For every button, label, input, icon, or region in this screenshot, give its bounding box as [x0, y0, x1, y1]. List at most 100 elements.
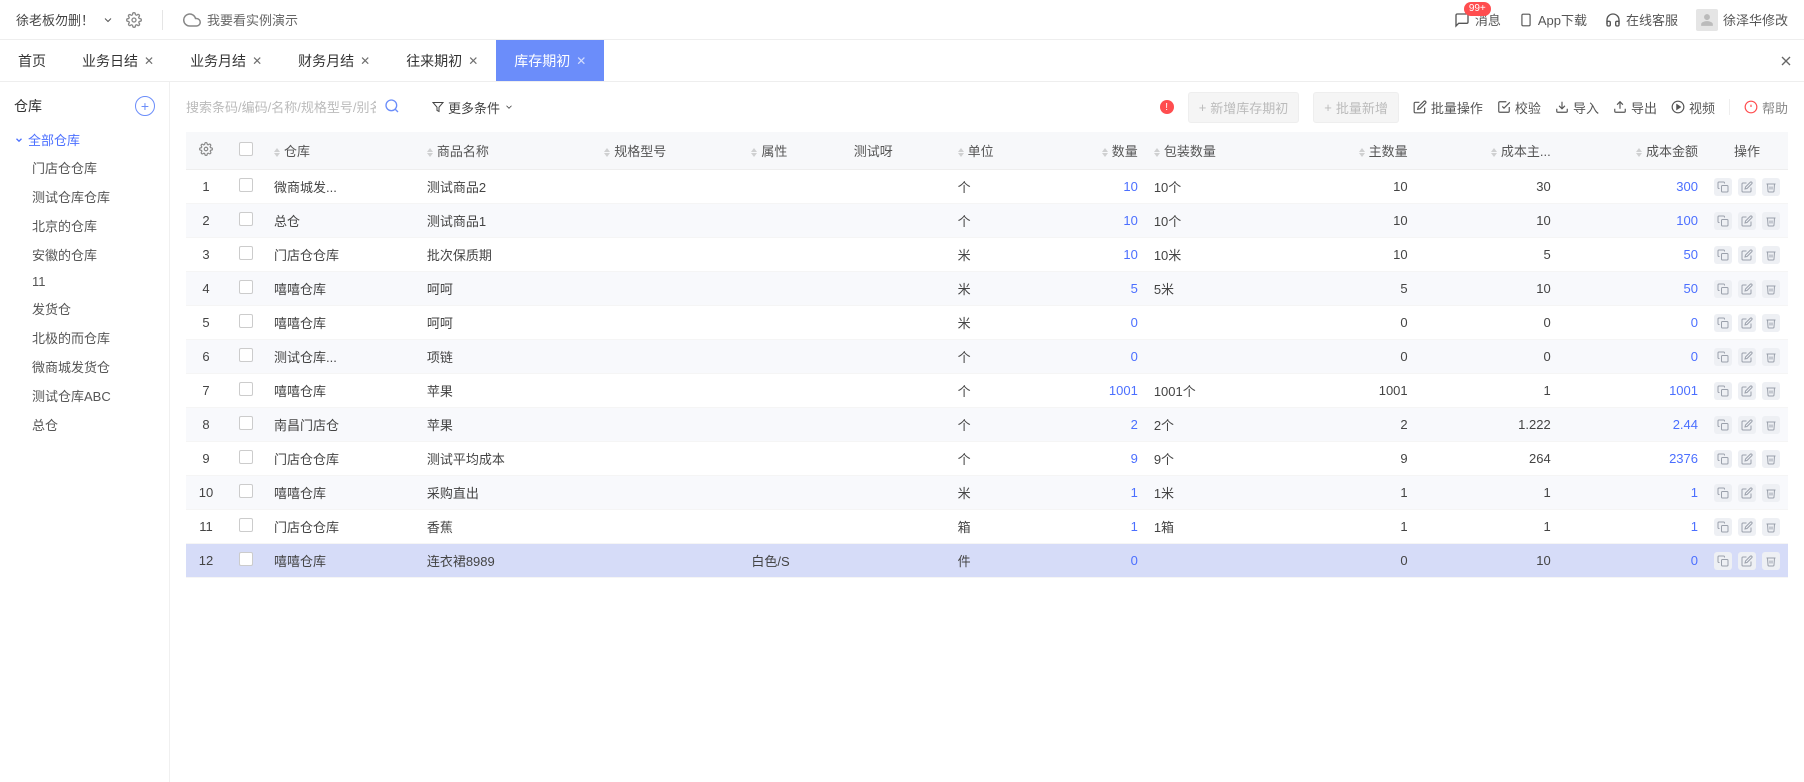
cell-cost-amount[interactable]: 2.44	[1559, 408, 1706, 442]
demo-link[interactable]: 我要看实例演示	[183, 10, 298, 29]
cell-qty[interactable]: 9	[1048, 442, 1146, 476]
batch-ops-button[interactable]: 批量操作	[1413, 98, 1483, 117]
row-delete-button[interactable]	[1762, 484, 1780, 502]
table-row[interactable]: 10嘻嘻仓库采购直出米11米111	[186, 476, 1788, 510]
tab[interactable]: 库存期初✕	[496, 40, 604, 81]
row-checkbox[interactable]	[226, 238, 266, 272]
column-settings[interactable]	[186, 132, 226, 170]
cell-qty[interactable]: 0	[1048, 306, 1146, 340]
cell-cost-amount[interactable]: 100	[1559, 204, 1706, 238]
tab-close-icon[interactable]: ✕	[360, 54, 370, 68]
user-menu[interactable]: 徐泽华修改	[1696, 9, 1788, 31]
tab[interactable]: 业务日结✕	[64, 40, 172, 81]
tab-close-icon[interactable]: ✕	[576, 54, 586, 68]
import-button[interactable]: 导入	[1555, 98, 1599, 117]
row-delete-button[interactable]	[1762, 450, 1780, 468]
col-product[interactable]: 商品名称	[419, 132, 596, 170]
row-edit-button[interactable]	[1738, 450, 1756, 468]
row-copy-button[interactable]	[1714, 450, 1732, 468]
row-edit-button[interactable]	[1738, 348, 1756, 366]
cell-qty[interactable]: 1	[1048, 510, 1146, 544]
close-all-tabs[interactable]	[1778, 40, 1794, 81]
row-delete-button[interactable]	[1762, 382, 1780, 400]
row-edit-button[interactable]	[1738, 246, 1756, 264]
table-row[interactable]: 9门店仓仓库测试平均成本个99个92642376	[186, 442, 1788, 476]
table-row[interactable]: 6测试仓库...项链个0000	[186, 340, 1788, 374]
sidebar-item[interactable]: 北极的而仓库	[32, 323, 169, 352]
help-button[interactable]: 帮助	[1744, 98, 1788, 117]
tab[interactable]: 财务月结✕	[280, 40, 388, 81]
row-copy-button[interactable]	[1714, 382, 1732, 400]
table-row[interactable]: 3门店仓仓库批次保质期米1010米10550	[186, 238, 1788, 272]
more-conditions-button[interactable]: 更多条件	[432, 98, 514, 117]
sidebar-item[interactable]: 11	[32, 269, 169, 294]
cell-cost-amount[interactable]: 1001	[1559, 374, 1706, 408]
warning-indicator[interactable]: !	[1160, 100, 1174, 114]
company-selector[interactable]: 徐老板勿删！	[16, 10, 114, 29]
row-delete-button[interactable]	[1762, 178, 1780, 196]
service-button[interactable]: 在线客服	[1605, 10, 1678, 29]
row-copy-button[interactable]	[1714, 552, 1732, 570]
sidebar-item[interactable]: 发货仓	[32, 294, 169, 323]
row-delete-button[interactable]	[1762, 348, 1780, 366]
row-copy-button[interactable]	[1714, 416, 1732, 434]
row-edit-button[interactable]	[1738, 552, 1756, 570]
table-row[interactable]: 1微商城发...测试商品2个1010个1030300	[186, 170, 1788, 204]
row-delete-button[interactable]	[1762, 416, 1780, 434]
cell-qty[interactable]: 2	[1048, 408, 1146, 442]
table-row[interactable]: 7嘻嘻仓库苹果个10011001个100111001	[186, 374, 1788, 408]
sidebar-item[interactable]: 门店仓仓库	[32, 153, 169, 182]
cell-cost-amount[interactable]: 50	[1559, 272, 1706, 306]
row-edit-button[interactable]	[1738, 382, 1756, 400]
row-checkbox[interactable]	[226, 204, 266, 238]
row-copy-button[interactable]	[1714, 348, 1732, 366]
tab-close-icon[interactable]: ✕	[468, 54, 478, 68]
row-delete-button[interactable]	[1762, 314, 1780, 332]
cell-cost-amount[interactable]: 1	[1559, 476, 1706, 510]
search-input[interactable]	[186, 100, 376, 115]
cell-qty[interactable]: 10	[1048, 170, 1146, 204]
row-checkbox[interactable]	[226, 306, 266, 340]
row-edit-button[interactable]	[1738, 518, 1756, 536]
col-pack-qty[interactable]: 包装数量	[1146, 132, 1293, 170]
row-delete-button[interactable]	[1762, 552, 1780, 570]
add-warehouse-button[interactable]: +	[135, 96, 155, 116]
col-qty[interactable]: 数量	[1048, 132, 1146, 170]
cell-qty[interactable]: 1	[1048, 476, 1146, 510]
row-delete-button[interactable]	[1762, 212, 1780, 230]
cell-qty[interactable]: 5	[1048, 272, 1146, 306]
cell-qty[interactable]: 0	[1048, 544, 1146, 578]
cell-qty[interactable]: 10	[1048, 204, 1146, 238]
tab-close-icon[interactable]: ✕	[144, 54, 154, 68]
video-button[interactable]: 视频	[1671, 98, 1715, 117]
row-copy-button[interactable]	[1714, 212, 1732, 230]
messages-button[interactable]: 99+ 消息	[1454, 10, 1501, 29]
row-edit-button[interactable]	[1738, 212, 1756, 230]
row-checkbox[interactable]	[226, 272, 266, 306]
tab[interactable]: 往来期初✕	[388, 40, 496, 81]
col-unit[interactable]: 单位	[950, 132, 1048, 170]
cell-cost-amount[interactable]: 0	[1559, 340, 1706, 374]
row-checkbox[interactable]	[226, 374, 266, 408]
cell-cost-amount[interactable]: 300	[1559, 170, 1706, 204]
row-checkbox[interactable]	[226, 340, 266, 374]
table-row[interactable]: 2总仓测试商品1个1010个1010100	[186, 204, 1788, 238]
table-row[interactable]: 11门店仓仓库香蕉箱11箱111	[186, 510, 1788, 544]
cell-qty[interactable]: 1001	[1048, 374, 1146, 408]
row-edit-button[interactable]	[1738, 484, 1756, 502]
col-attr[interactable]: 属性	[743, 132, 845, 170]
cell-cost-amount[interactable]: 0	[1559, 306, 1706, 340]
row-edit-button[interactable]	[1738, 178, 1756, 196]
row-delete-button[interactable]	[1762, 280, 1780, 298]
table-row[interactable]: 5嘻嘻仓库呵呵米0000	[186, 306, 1788, 340]
cell-cost-amount[interactable]: 2376	[1559, 442, 1706, 476]
row-checkbox[interactable]	[226, 510, 266, 544]
table-row[interactable]: 12嘻嘻仓库连衣裙8989白色/S件00100	[186, 544, 1788, 578]
row-checkbox[interactable]	[226, 476, 266, 510]
row-copy-button[interactable]	[1714, 518, 1732, 536]
table-row[interactable]: 8南昌门店仓苹果个22个21.2222.44	[186, 408, 1788, 442]
col-spec[interactable]: 规格型号	[596, 132, 743, 170]
row-checkbox[interactable]	[226, 408, 266, 442]
sidebar-item[interactable]: 总仓	[32, 410, 169, 439]
sidebar-item[interactable]: 微商城发货仓	[32, 352, 169, 381]
